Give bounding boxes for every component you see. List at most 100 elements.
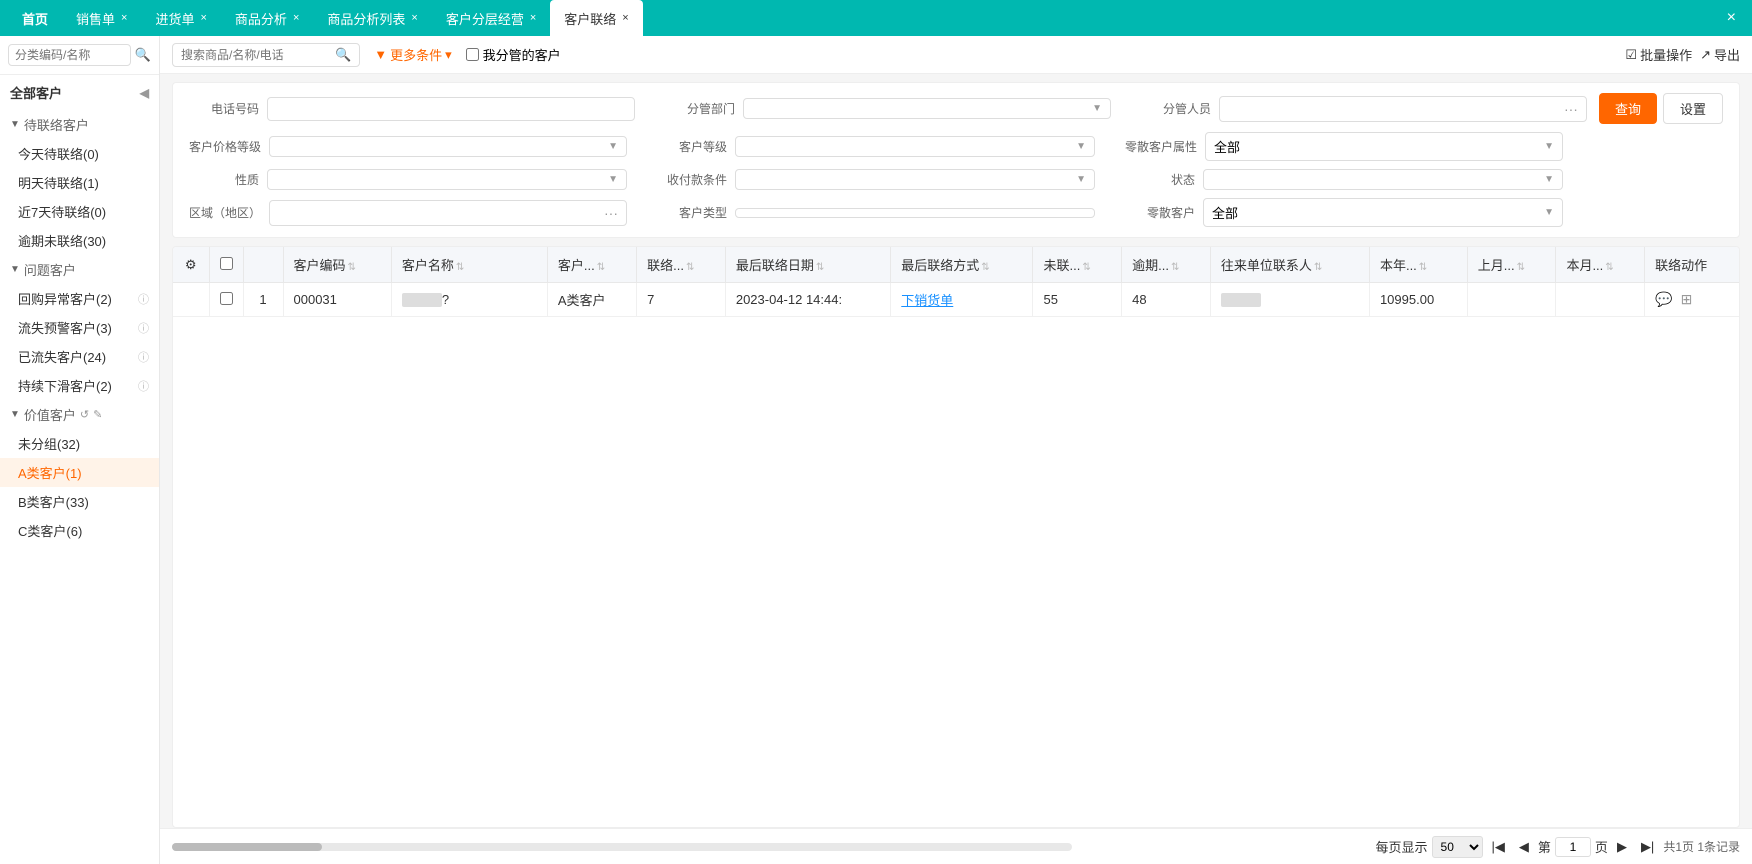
nav-close-segment[interactable]: × [530,12,536,24]
section-label-pending: 待联络客户 [24,115,89,134]
filter-customer-type-select[interactable] [735,208,1095,218]
section-problem-customers[interactable]: ▼ 问题客户 [0,255,159,284]
sort-icon-overdue: ⇅ [1171,262,1179,273]
sidebar-search-icon[interactable]: 🔍 [135,47,151,63]
page-number-input[interactable] [1555,837,1591,857]
per-page-label: 每页显示 [1376,837,1428,856]
filter-phone-input[interactable] [267,97,635,121]
th-contact-person[interactable]: 往来单位联系人⇅ [1210,247,1369,283]
page-suffix: 页 [1595,837,1608,856]
section-pending-contact[interactable]: ▼ 待联络客户 [0,110,159,139]
sidebar-item-tomorrow-pending[interactable]: 明天待联络(1) [0,168,159,197]
section-value-customers[interactable]: ▼ 价值客户 ↺ ✎ [0,400,159,429]
th-customer-name[interactable]: 客户名称⇅ [391,247,547,283]
filter-retail-customer-label: 零散客户 [1125,204,1195,221]
all-customers-header[interactable]: 全部客户 ◀ [0,75,159,110]
horizontal-scrollbar-track[interactable] [172,843,1072,851]
filter-dept-select[interactable]: ▼ [743,98,1111,119]
search-icon[interactable]: 🔍 [335,47,351,63]
th-last-contact-date[interactable]: 最后联络日期⇅ [725,247,890,283]
nav-close-analysis-list[interactable]: × [411,12,417,24]
search-input[interactable] [181,48,331,62]
first-page-button[interactable]: |◀ [1487,837,1510,857]
query-button[interactable]: 查询 [1599,93,1657,124]
nav-close-purchase[interactable]: × [200,12,206,24]
sidebar-item-churn-warning[interactable]: 流失预警客户(3) ⓘ [0,313,159,342]
sidebar-item-today-pending[interactable]: 今天待联络(0) [0,139,159,168]
next-page-button[interactable]: ▶ [1612,837,1632,857]
sidebar-collapse-icon[interactable]: ◀ [140,86,149,100]
nav-close-contact[interactable]: × [622,12,628,24]
th-gear[interactable]: ⚙ [173,247,209,283]
th-last-month[interactable]: 上月...⇅ [1467,247,1556,283]
filter-payment-select[interactable]: ▼ [735,169,1095,190]
export-button[interactable]: ↗ 导出 [1700,45,1740,64]
th-contact-count[interactable]: 联络...⇅ [637,247,726,283]
grid-action-icon[interactable]: ⊞ [1681,291,1693,308]
batch-operation-button[interactable]: ☑ 批量操作 [1625,45,1692,64]
sidebar-item-a-class[interactable]: A类客户(1) [0,458,159,487]
my-customers-checkbox[interactable] [466,48,479,61]
nav-close-analysis[interactable]: × [293,12,299,24]
th-this-month[interactable]: 本月...⇅ [1556,247,1645,283]
th-this-year[interactable]: 本年...⇅ [1369,247,1467,283]
last-page-button[interactable]: ▶| [1636,837,1659,857]
td-checkbox[interactable] [209,283,243,317]
filter-region-select[interactable]: ··· [269,200,627,226]
filter-retail-customer-select[interactable]: 全部 ▼ [1203,198,1563,227]
th-overdue[interactable]: 逾期...⇅ [1122,247,1211,283]
refresh-icon-value[interactable]: ↺ [80,408,89,421]
filter-panel: 电话号码 分管部门 ▼ 分管人员 ··· [172,82,1740,238]
search-bar: 🔍 [172,43,360,67]
nav-product-analysis-list[interactable]: 商品分析列表 × [313,0,431,36]
more-filter-button[interactable]: ▼ 更多条件 ▾ [368,42,457,67]
nav-purchase-order[interactable]: 进货单 × [141,0,220,36]
comment-action-icon[interactable]: 💬 [1655,291,1672,308]
filter-price-level: 客户价格等级 ▼ [189,136,627,157]
filter-status: 状态 ▼ [1125,169,1563,190]
per-page-select[interactable]: 50 100 200 [1432,836,1483,858]
nav-sales-order[interactable]: 销售单 × [62,0,141,36]
select-all-checkbox[interactable] [220,257,233,270]
sidebar-search-area: 🔍 [0,36,159,75]
last-method-link[interactable]: 下销货单 [901,293,953,308]
prev-page-button[interactable]: ◀ [1514,837,1534,857]
settings-button[interactable]: 设置 [1663,93,1723,124]
sidebar-item-b-class[interactable]: B类客户(33) [0,487,159,516]
sidebar-item-c-class[interactable]: C类客户(6) [0,516,159,545]
filter-retail-attr-select[interactable]: 全部 ▼ [1205,132,1563,161]
window-close-button[interactable]: × [1719,9,1744,27]
nav-home[interactable]: 首页 [8,0,62,36]
sidebar-search-input[interactable] [8,44,131,66]
row-checkbox[interactable] [220,292,233,305]
filter-nature-select[interactable]: ▼ [267,169,627,190]
nav-product-analysis[interactable]: 商品分析 × [221,0,313,36]
sidebar-item-overdue-contact[interactable]: 逾期未联络(30) [0,226,159,255]
sidebar-item-churned[interactable]: 已流失客户(24) ⓘ [0,342,159,371]
filter-status-select[interactable]: ▼ [1203,169,1563,190]
nav-close-sales[interactable]: × [121,12,127,24]
td-last-method[interactable]: 下销货单 [891,283,1033,317]
th-last-contact-method[interactable]: 最后联络方式⇅ [891,247,1033,283]
nav-customer-segment[interactable]: 客户分层经营 × [432,0,550,36]
filter-customer-level: 客户等级 ▼ [657,136,1095,157]
export-icon: ↗ [1700,47,1711,63]
sidebar-item-repurchase-abnormal[interactable]: 回购异常客户(2) ⓘ [0,284,159,313]
edit-icon-value[interactable]: ✎ [93,408,102,421]
my-customers-checkbox-label[interactable]: 我分管的客户 [466,45,561,64]
th-customer-level[interactable]: 客户...⇅ [547,247,636,283]
sidebar-item-7day-pending[interactable]: 近7天待联络(0) [0,197,159,226]
info-icon-declining: ⓘ [138,378,149,394]
th-checkbox[interactable] [209,247,243,283]
filter-payment-label: 收付款条件 [657,171,727,188]
th-no-contact[interactable]: 未联...⇅ [1033,247,1122,283]
filter-person-select[interactable]: ··· [1219,96,1587,122]
nav-customer-contact[interactable]: 客户联络 × [550,0,642,36]
filter-customer-level-select[interactable]: ▼ [735,136,1095,157]
filter-retail-attr-label: 零散客户属性 [1125,138,1197,155]
filter-price-select[interactable]: ▼ [269,136,627,157]
horizontal-scrollbar-thumb[interactable] [172,843,322,851]
sidebar-item-declining[interactable]: 持续下滑客户(2) ⓘ [0,371,159,400]
th-customer-code[interactable]: 客户编码⇅ [283,247,391,283]
sidebar-item-ungrouped[interactable]: 未分组(32) [0,429,159,458]
